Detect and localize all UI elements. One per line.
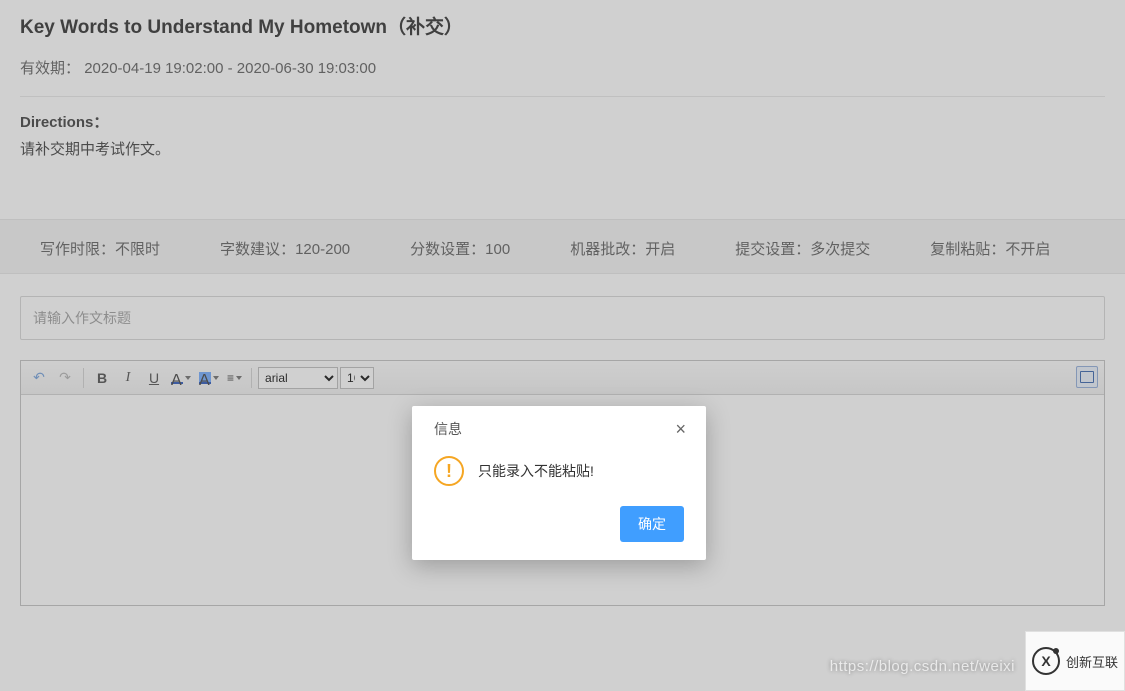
- corner-badge: X 创新互联: [1025, 631, 1125, 691]
- modal-title: 信息: [434, 419, 462, 439]
- badge-logo-icon: X: [1032, 647, 1060, 675]
- confirm-button[interactable]: 确定: [620, 506, 684, 542]
- info-modal: 信息 × ! 只能录入不能粘贴! 确定: [412, 406, 706, 560]
- modal-overlay[interactable]: [0, 0, 1125, 691]
- close-icon[interactable]: ×: [671, 418, 690, 440]
- badge-text: 创新互联: [1066, 652, 1118, 671]
- modal-message: 只能录入不能粘贴!: [478, 461, 594, 481]
- warning-icon: !: [434, 456, 464, 486]
